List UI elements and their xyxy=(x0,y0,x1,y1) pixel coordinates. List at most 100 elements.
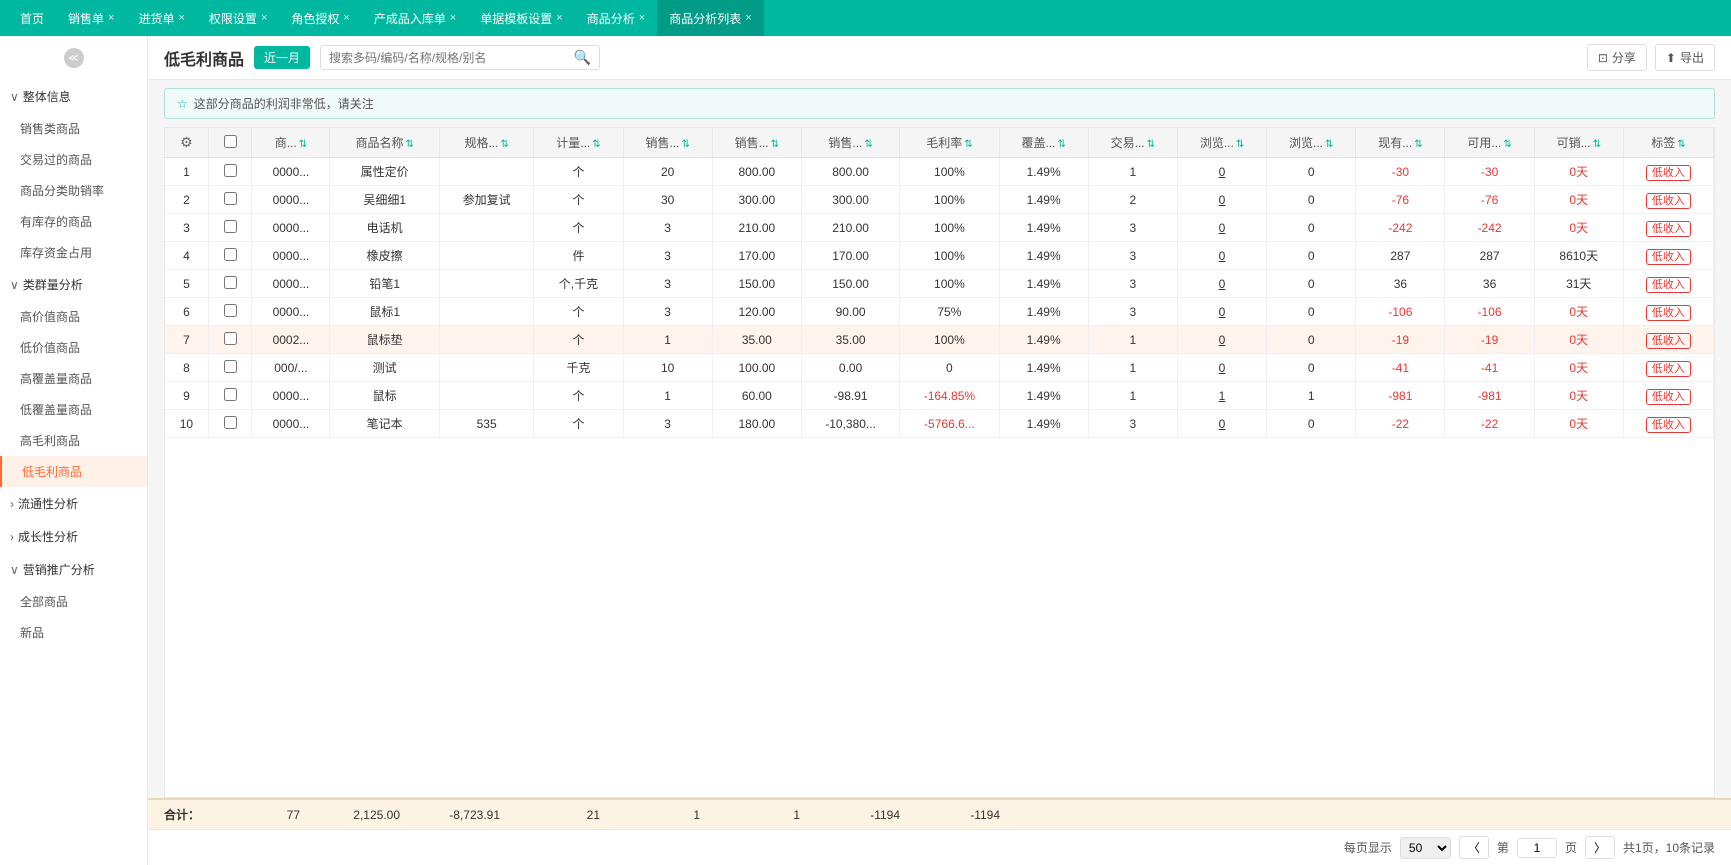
page-number-input[interactable] xyxy=(1517,838,1557,858)
sidebar-item-stocked-goods[interactable]: 有库存的商品 xyxy=(0,206,147,237)
sidebar-group-flow[interactable]: › 流通性分析 xyxy=(0,487,147,520)
sidebar-item-low-value[interactable]: 低价值商品 xyxy=(0,332,147,363)
sidebar-group-growth[interactable]: › 成长性分析 xyxy=(0,520,147,553)
row-browse1[interactable]: 0 xyxy=(1177,326,1266,354)
col-settings[interactable]: ⚙ xyxy=(165,128,208,158)
row-unit: 个 xyxy=(534,214,623,242)
close-sales-tab[interactable]: × xyxy=(108,12,114,24)
row-browse1[interactable]: 1 xyxy=(1177,382,1266,410)
nav-home[interactable]: 首页 xyxy=(8,0,56,36)
per-page-select[interactable]: 50 20 100 xyxy=(1400,837,1451,859)
row-browse1[interactable]: 0 xyxy=(1177,214,1266,242)
row-browse1[interactable]: 0 xyxy=(1177,298,1266,326)
close-goods-analysis-tab[interactable]: × xyxy=(639,12,645,24)
sidebar-group-marketing[interactable]: ∨ 营销推广分析 xyxy=(0,553,147,586)
search-icon[interactable]: 🔍 xyxy=(574,49,591,66)
col-checkbox[interactable] xyxy=(208,128,252,158)
close-roles-tab[interactable]: × xyxy=(343,12,349,24)
close-product-entry-tab[interactable]: × xyxy=(450,12,456,24)
row-checkbox[interactable] xyxy=(208,186,252,214)
sidebar-collapse-button[interactable]: ≪ xyxy=(64,48,84,68)
settings-icon[interactable]: ⚙ xyxy=(180,134,193,150)
nav-product-entry[interactable]: 产成品入库单 × xyxy=(362,0,468,36)
select-all-checkbox[interactable] xyxy=(224,135,237,148)
data-table-container[interactable]: ⚙ 商...⇅ 商品名称⇅ 规格...⇅ 计量...⇅ 销售...⇅ 销售...… xyxy=(164,127,1715,798)
row-unit: 件 xyxy=(534,242,623,270)
row-browse2: 0 xyxy=(1267,158,1356,186)
main-layout: ≪ ∨ 整体信息 销售类商品 交易过的商品 商品分类助销率 有库存的商品 库存资… xyxy=(0,36,1731,865)
row-cover: 1 xyxy=(1088,354,1177,382)
col-spec[interactable]: 规格...⇅ xyxy=(439,128,533,158)
sidebar-group-cluster[interactable]: ∨ 类群量分析 xyxy=(0,268,147,301)
sidebar-group-overall[interactable]: ∨ 整体信息 xyxy=(0,80,147,113)
sidebar-item-traded-goods[interactable]: 交易过的商品 xyxy=(0,144,147,175)
sidebar-item-category-rate[interactable]: 商品分类助销率 xyxy=(0,175,147,206)
date-filter-button[interactable]: 近一月 xyxy=(254,46,310,69)
sidebar-item-sales-goods[interactable]: 销售类商品 xyxy=(0,113,147,144)
col-saleable[interactable]: 可销...⇅ xyxy=(1534,128,1623,158)
row-checkbox[interactable] xyxy=(208,214,252,242)
row-browse1[interactable]: 0 xyxy=(1177,186,1266,214)
col-unit[interactable]: 计量...⇅ xyxy=(534,128,623,158)
sidebar-item-all-goods[interactable]: 全部商品 xyxy=(0,586,147,617)
row-browse1[interactable]: 0 xyxy=(1177,242,1266,270)
sidebar-item-high-margin[interactable]: 高毛利商品 xyxy=(0,425,147,456)
sidebar-item-high-value[interactable]: 高价值商品 xyxy=(0,301,147,332)
row-rate: 100% xyxy=(900,186,999,214)
close-permissions-tab[interactable]: × xyxy=(261,12,267,24)
row-name: 吴细细1 xyxy=(330,186,440,214)
prev-page-button[interactable]: 〈 xyxy=(1459,836,1489,859)
row-unit: 个,千克 xyxy=(534,270,623,298)
row-checkbox[interactable] xyxy=(208,242,252,270)
col-cover[interactable]: 覆盖...⇅ xyxy=(999,128,1088,158)
col-code[interactable]: 商...⇅ xyxy=(252,128,330,158)
row-checkbox[interactable] xyxy=(208,326,252,354)
col-name[interactable]: 商品名称⇅ xyxy=(330,128,440,158)
nav-template[interactable]: 单据模板设置 × xyxy=(468,0,574,36)
nav-purchase[interactable]: 进货单 × xyxy=(126,0,196,36)
export-button[interactable]: ⬆ 导出 xyxy=(1655,44,1715,71)
col-sale2[interactable]: 销售...⇅ xyxy=(712,128,801,158)
sidebar-item-low-margin[interactable]: 低毛利商品 xyxy=(0,456,147,487)
sidebar-item-new-goods[interactable]: 新品 xyxy=(0,617,147,648)
col-sale1[interactable]: 销售...⇅ xyxy=(623,128,712,158)
col-browse2[interactable]: 浏览...⇅ xyxy=(1267,128,1356,158)
row-browse1[interactable]: 0 xyxy=(1177,354,1266,382)
row-gross: 1.49% xyxy=(999,354,1088,382)
nav-goods-analysis[interactable]: 商品分析 × xyxy=(575,0,657,36)
col-stock[interactable]: 现有...⇅ xyxy=(1356,128,1445,158)
sort-icon-2: ⇅ xyxy=(405,139,413,150)
next-page-button[interactable]: 〉 xyxy=(1585,836,1615,859)
row-checkbox[interactable] xyxy=(208,410,252,438)
col-avail[interactable]: 可用...⇅ xyxy=(1445,128,1534,158)
sidebar-item-stock-capital[interactable]: 库存资金占用 xyxy=(0,237,147,268)
sidebar-item-high-coverage[interactable]: 高覆盖量商品 xyxy=(0,363,147,394)
row-checkbox[interactable] xyxy=(208,298,252,326)
col-margin[interactable]: 毛利率⇅ xyxy=(900,128,999,158)
row-browse1[interactable]: 0 xyxy=(1177,410,1266,438)
close-template-tab[interactable]: × xyxy=(556,12,562,24)
col-sale3[interactable]: 销售...⇅ xyxy=(801,128,899,158)
row-checkbox[interactable] xyxy=(208,270,252,298)
sidebar-item-low-coverage[interactable]: 低覆盖量商品 xyxy=(0,394,147,425)
row-checkbox[interactable] xyxy=(208,354,252,382)
nav-roles[interactable]: 角色授权 × xyxy=(279,0,361,36)
share-button[interactable]: ⊡ 分享 xyxy=(1587,44,1647,71)
close-purchase-tab[interactable]: × xyxy=(178,12,184,24)
nav-permissions[interactable]: 权限设置 × xyxy=(197,0,279,36)
col-tag[interactable]: 标签⇅ xyxy=(1623,128,1713,158)
nav-sales[interactable]: 销售单 × xyxy=(56,0,126,36)
close-goods-list-tab[interactable]: × xyxy=(745,12,751,24)
search-input[interactable] xyxy=(329,51,574,65)
col-browse1[interactable]: 浏览...⇅ xyxy=(1177,128,1266,158)
row-browse1[interactable]: 0 xyxy=(1177,270,1266,298)
row-browse1[interactable]: 0 xyxy=(1177,158,1266,186)
row-tag: 低收入 xyxy=(1623,242,1713,270)
row-unit: 个 xyxy=(534,410,623,438)
row-checkbox[interactable] xyxy=(208,158,252,186)
nav-goods-analysis-list[interactable]: 商品分析列表 × xyxy=(657,0,763,36)
row-checkbox[interactable] xyxy=(208,382,252,410)
row-browse2: 1 xyxy=(1267,382,1356,410)
row-stock: 36 xyxy=(1356,270,1445,298)
col-trade[interactable]: 交易...⇅ xyxy=(1088,128,1177,158)
